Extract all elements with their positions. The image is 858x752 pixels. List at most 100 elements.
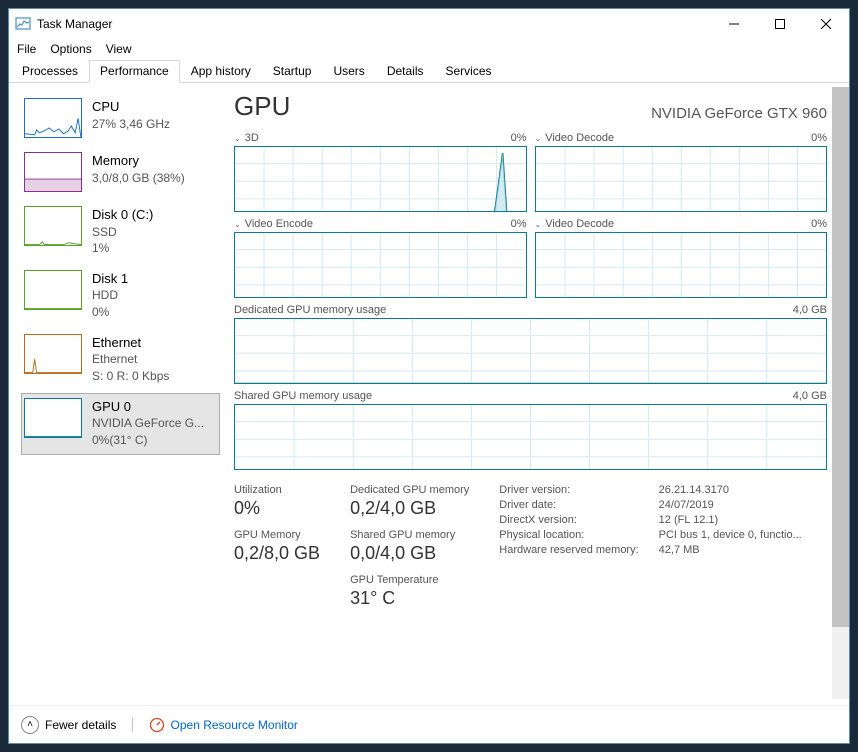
mem-graph-shared: Shared GPU memory usage 4,0 GB <box>234 390 827 470</box>
main-panel: GPU NVIDIA GeForce GTX 960 ⌄3D 0% <box>224 83 849 703</box>
sidebar-item-label: Disk 0 (C:) <box>92 206 153 224</box>
graph-box[interactable] <box>535 232 828 298</box>
app-icon <box>15 16 31 32</box>
sidebar-item-ethernet[interactable]: Ethernet Ethernet S: 0 R: 0 Kbps <box>21 329 220 391</box>
task-manager-window: Task Manager File Options View Processes… <box>8 8 850 744</box>
tab-users[interactable]: Users <box>322 60 375 83</box>
ethernet-thumb <box>24 334 82 374</box>
disk0-info: Disk 0 (C:) SSD 1% <box>92 206 153 256</box>
graph-box[interactable] <box>535 146 828 212</box>
footer: ˄ Fewer details | Open Resource Monitor <box>9 705 849 743</box>
stat-label: GPU Temperature <box>350 574 469 586</box>
driver-label: Driver date: <box>499 499 638 511</box>
tab-services[interactable]: Services <box>435 60 503 83</box>
tab-app-history[interactable]: App history <box>180 60 262 83</box>
tab-performance[interactable]: Performance <box>89 60 180 83</box>
sidebar-item-stat2: 0%(31° C) <box>92 432 204 448</box>
disk1-thumb <box>24 270 82 310</box>
sidebar-item-label: CPU <box>92 98 170 116</box>
content-area: CPU 27% 3,46 GHz Memory 3,0/8,0 GB (38%) <box>9 83 849 743</box>
graph-label: 3D <box>245 132 259 144</box>
stat-value: 0,2/4,0 GB <box>350 498 469 519</box>
disk1-info: Disk 1 HDD 0% <box>92 270 128 320</box>
driver-value: 12 (FL 12.1) <box>659 514 802 526</box>
driver-value: 42,7 MB <box>659 544 802 556</box>
titlebar: Task Manager <box>9 9 849 39</box>
sidebar-item-memory[interactable]: Memory 3,0/8,0 GB (38%) <box>21 147 220 199</box>
menu-view[interactable]: View <box>106 42 132 56</box>
sidebar: CPU 27% 3,46 GHz Memory 3,0/8,0 GB (38%) <box>9 83 224 703</box>
driver-values: 26.21.14.3170 24/07/2019 12 (FL 12.1) PC… <box>659 484 802 609</box>
cpu-info: CPU 27% 3,46 GHz <box>92 98 170 132</box>
stat-value: 0,0/4,0 GB <box>350 543 469 564</box>
close-button[interactable] <box>803 9 849 39</box>
gpu0-thumb <box>24 398 82 438</box>
menu-options[interactable]: Options <box>50 42 91 56</box>
scrollbar-thumb[interactable] <box>832 87 849 627</box>
stat-label: Shared GPU memory <box>350 529 469 541</box>
tab-startup[interactable]: Startup <box>262 60 323 83</box>
graph-box[interactable] <box>234 232 527 298</box>
chevron-down-icon: ⌄ <box>535 134 542 143</box>
graph-box-shared-mem[interactable] <box>234 404 827 470</box>
gpu0-info: GPU 0 NVIDIA GeForce G... 0%(31° C) <box>92 398 204 448</box>
stat-value: 31° C <box>350 588 469 609</box>
driver-label: Physical location: <box>499 529 638 541</box>
graph-label: Shared GPU memory usage <box>234 390 372 402</box>
graph-video-decode-1: ⌄Video Decode 0% <box>535 132 828 212</box>
sidebar-item-stat2: 0% <box>92 304 128 320</box>
minimize-button[interactable] <box>711 9 757 39</box>
page-title: GPU <box>234 91 290 122</box>
stat-label: GPU Memory <box>234 529 320 541</box>
cpu-thumb <box>24 98 82 138</box>
graph-3d: ⌄3D 0% <box>234 132 527 212</box>
tab-details[interactable]: Details <box>376 60 435 83</box>
graph-header[interactable]: ⌄Video Decode 0% <box>535 132 828 144</box>
sidebar-item-stat: SSD <box>92 224 153 240</box>
graph-header[interactable]: ⌄Video Decode 0% <box>535 218 828 230</box>
sidebar-item-label: Ethernet <box>92 334 169 352</box>
driver-value: 24/07/2019 <box>659 499 802 511</box>
chevron-up-icon: ˄ <box>21 716 39 734</box>
graph-label: Video Encode <box>245 218 313 230</box>
sidebar-item-label: GPU 0 <box>92 398 204 416</box>
maximize-button[interactable] <box>757 9 803 39</box>
sidebar-item-label: Disk 1 <box>92 270 128 288</box>
graph-max: 4,0 GB <box>793 304 827 316</box>
open-resource-monitor-link[interactable]: Open Resource Monitor <box>149 717 298 733</box>
graph-header[interactable]: ⌄Video Encode 0% <box>234 218 527 230</box>
graph-row-lower: ⌄Video Encode 0% ⌄Video Decode <box>234 218 827 298</box>
tab-strip: Processes Performance App history Startu… <box>9 59 849 83</box>
chevron-down-icon: ⌄ <box>535 220 542 229</box>
stat-label: Utilization <box>234 484 320 496</box>
graph-max: 4,0 GB <box>793 390 827 402</box>
driver-label: DirectX version: <box>499 514 638 526</box>
window-title: Task Manager <box>37 17 112 31</box>
graph-box-3d[interactable] <box>234 146 527 212</box>
graph-header[interactable]: ⌄3D 0% <box>234 132 527 144</box>
mem-graph-dedicated: Dedicated GPU memory usage4,0 GB <box>234 304 827 384</box>
disk0-thumb <box>24 206 82 246</box>
stat-label: Dedicated GPU memory <box>350 484 469 496</box>
menu-file[interactable]: File <box>17 42 36 56</box>
sidebar-item-disk1[interactable]: Disk 1 HDD 0% <box>21 265 220 327</box>
sidebar-item-disk0[interactable]: Disk 0 (C:) SSD 1% <box>21 201 220 263</box>
graph-pct: 0% <box>811 132 827 144</box>
sidebar-item-stat: 27% 3,46 GHz <box>92 116 170 132</box>
stat-dedicated: Dedicated GPU memory 0,2/4,0 GB Shared G… <box>350 484 469 609</box>
graph-pct: 0% <box>811 218 827 230</box>
menu-bar: File Options View <box>9 39 849 59</box>
graph-video-encode: ⌄Video Encode 0% <box>234 218 527 298</box>
stats-row: Utilization 0% GPU Memory 0,2/8,0 GB Ded… <box>234 484 827 609</box>
fewer-details-button[interactable]: ˄ Fewer details <box>21 716 116 734</box>
fewer-details-label: Fewer details <box>45 718 116 732</box>
graph-row-upper: ⌄3D 0% ⌄Video Decode <box>234 132 827 212</box>
sidebar-item-gpu0[interactable]: GPU 0 NVIDIA GeForce G... 0%(31° C) <box>21 393 220 455</box>
graph-box-dedicated-mem[interactable] <box>234 318 827 384</box>
driver-value: 26.21.14.3170 <box>659 484 802 496</box>
driver-label: Driver version: <box>499 484 638 496</box>
scrollbar[interactable] <box>832 87 849 699</box>
sidebar-item-cpu[interactable]: CPU 27% 3,46 GHz <box>21 93 220 145</box>
tab-processes[interactable]: Processes <box>11 60 89 83</box>
orm-label: Open Resource Monitor <box>171 718 298 732</box>
